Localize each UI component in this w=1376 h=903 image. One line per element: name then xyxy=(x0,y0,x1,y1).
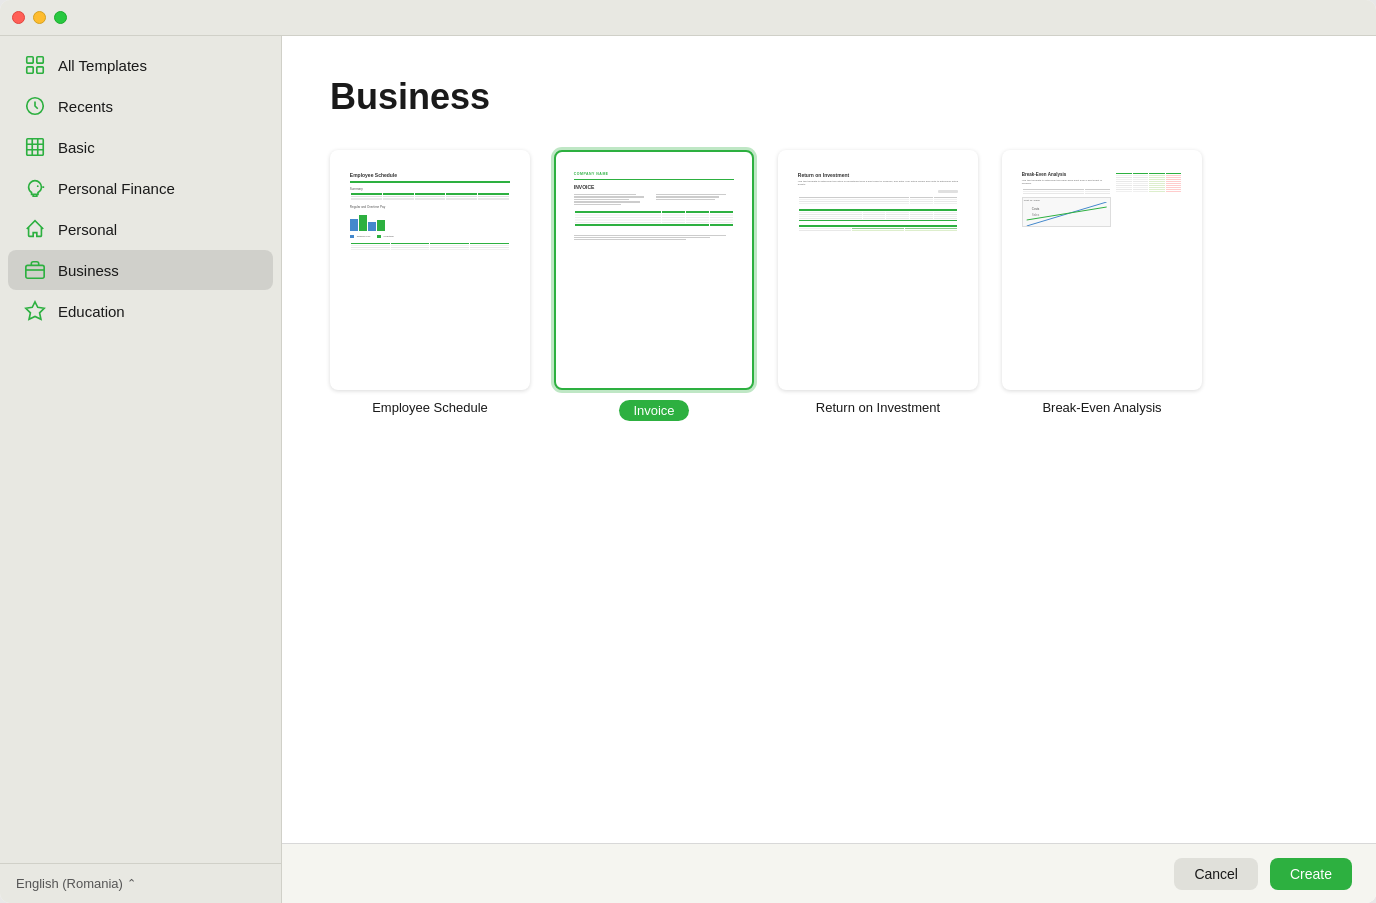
sidebar-label-all-templates: All Templates xyxy=(58,57,147,74)
sidebar-item-basic[interactable]: Basic xyxy=(8,127,273,167)
thumbnail-content-break-even: Break-Even Analysis Use this template to… xyxy=(1014,164,1190,376)
template-label-wrapper-roi: Return on Investment xyxy=(778,400,978,415)
template-thumbnail-roi[interactable]: Return on Investment Use this template t… xyxy=(778,150,978,390)
template-label-employee-schedule: Employee Schedule xyxy=(372,400,488,415)
grid-icon xyxy=(24,54,46,76)
templates-grid: Employee Schedule Summary xyxy=(330,150,1328,421)
sidebar-footer[interactable]: English (Romania) ⌃ xyxy=(0,863,281,903)
template-thumbnail-invoice[interactable]: COMPANY NAME INVOICE xyxy=(554,150,754,390)
close-button[interactable] xyxy=(12,11,25,24)
sidebar-item-business[interactable]: Business xyxy=(8,250,273,290)
language-selector[interactable]: English (Romania) xyxy=(16,876,123,891)
content-inner: Business Employee Schedule Summary xyxy=(282,36,1376,843)
content-area: Business Employee Schedule Summary xyxy=(282,36,1376,903)
template-selected-badge-invoice: Invoice xyxy=(619,400,688,421)
diamond-icon xyxy=(24,300,46,322)
window: All Templates Recents xyxy=(0,0,1376,903)
sidebar-item-personal-finance[interactable]: Personal Finance xyxy=(8,168,273,208)
cancel-button[interactable]: Cancel xyxy=(1174,858,1258,890)
sidebar-items: All Templates Recents xyxy=(0,36,281,863)
thumbnail-content-invoice: COMPANY NAME INVOICE xyxy=(566,164,742,376)
sidebar-label-personal-finance: Personal Finance xyxy=(58,180,175,197)
sidebar-label-recents: Recents xyxy=(58,98,113,115)
svg-rect-5 xyxy=(27,139,44,156)
piggybank-icon xyxy=(24,177,46,199)
maximize-button[interactable] xyxy=(54,11,67,24)
minimize-button[interactable] xyxy=(33,11,46,24)
sidebar-label-personal: Personal xyxy=(58,221,117,238)
svg-rect-0 xyxy=(27,57,33,63)
svg-point-10 xyxy=(37,185,39,187)
svg-rect-3 xyxy=(37,67,43,73)
table-icon xyxy=(24,136,46,158)
template-item-invoice[interactable]: COMPANY NAME INVOICE xyxy=(554,150,754,421)
main-layout: All Templates Recents xyxy=(0,36,1376,903)
template-thumbnail-employee-schedule[interactable]: Employee Schedule Summary xyxy=(330,150,530,390)
thumbnail-content-roi: Return on Investment Use this template t… xyxy=(790,164,966,376)
template-item-break-even[interactable]: Break-Even Analysis Use this template to… xyxy=(1002,150,1202,421)
sidebar-label-business: Business xyxy=(58,262,119,279)
template-item-roi[interactable]: Return on Investment Use this template t… xyxy=(778,150,978,421)
traffic-lights xyxy=(12,11,67,24)
thumbnail-content: Employee Schedule Summary xyxy=(342,164,518,376)
clock-icon xyxy=(24,95,46,117)
sidebar-label-education: Education xyxy=(58,303,125,320)
svg-rect-1 xyxy=(37,57,43,63)
template-label-wrapper-break-even: Break-Even Analysis xyxy=(1002,400,1202,415)
svg-rect-11 xyxy=(26,265,44,278)
page-title: Business xyxy=(330,76,1328,118)
footer-bar: Cancel Create xyxy=(282,843,1376,903)
sidebar: All Templates Recents xyxy=(0,36,282,903)
briefcase-icon xyxy=(24,259,46,281)
sidebar-item-recents[interactable]: Recents xyxy=(8,86,273,126)
sidebar-item-all-templates[interactable]: All Templates xyxy=(8,45,273,85)
sidebar-label-basic: Basic xyxy=(58,139,95,156)
sidebar-item-personal[interactable]: Personal xyxy=(8,209,273,249)
home-icon xyxy=(24,218,46,240)
svg-text:Sales: Sales xyxy=(1031,213,1039,217)
create-button[interactable]: Create xyxy=(1270,858,1352,890)
template-label-wrapper-employee-schedule: Employee Schedule xyxy=(330,400,530,415)
sidebar-item-education[interactable]: Education xyxy=(8,291,273,331)
chevron-icon: ⌃ xyxy=(127,877,136,890)
titlebar xyxy=(0,0,1376,36)
template-label-break-even: Break-Even Analysis xyxy=(1042,400,1161,415)
template-label-wrapper-invoice: Invoice xyxy=(554,400,754,421)
svg-text:Costs: Costs xyxy=(1031,207,1039,211)
template-thumbnail-break-even[interactable]: Break-Even Analysis Use this template to… xyxy=(1002,150,1202,390)
svg-rect-2 xyxy=(27,67,33,73)
template-item-employee-schedule[interactable]: Employee Schedule Summary xyxy=(330,150,530,421)
template-label-roi: Return on Investment xyxy=(816,400,940,415)
